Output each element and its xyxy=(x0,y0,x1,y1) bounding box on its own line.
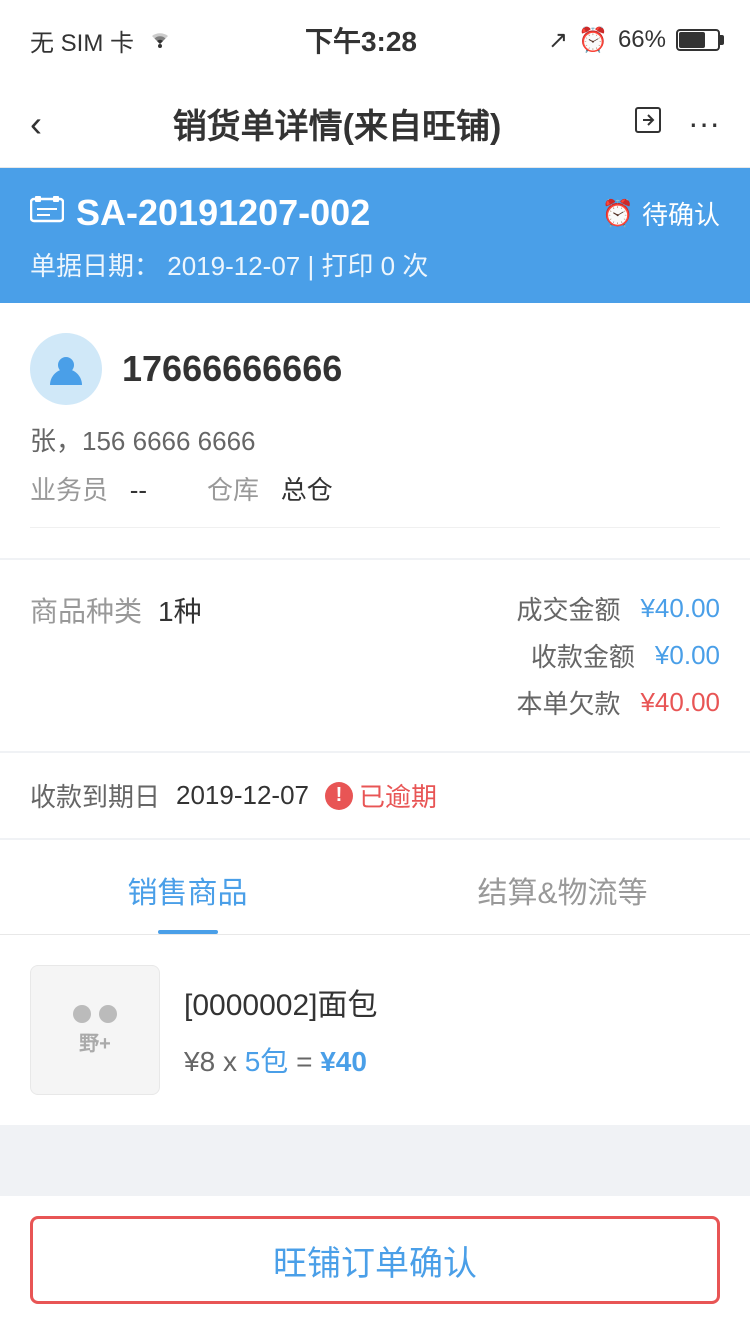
owe-label: 本单欠款 xyxy=(516,684,620,721)
multiply-sign: x xyxy=(223,1046,237,1077)
product-type: 商品种类 1种 xyxy=(30,590,202,630)
tabs-section: 销售商品 结算&物流等 野+ [0000002]面包 ¥8 x 5包 xyxy=(0,840,750,1125)
order-status: ⏰ 待确认 xyxy=(602,195,720,232)
qty-value: 5包 xyxy=(245,1046,289,1077)
confirm-button[interactable]: 旺铺订单确认 xyxy=(30,1216,720,1304)
transaction-label: 成交金额 xyxy=(516,590,620,627)
overdue-text: 已逾期 xyxy=(359,777,437,814)
duedate-label: 收款到期日 xyxy=(30,777,160,814)
received-value: ¥0.00 xyxy=(655,640,720,671)
tab-products[interactable]: 销售商品 xyxy=(0,840,375,934)
summary-section: 商品种类 1种 成交金额 ¥40.00 收款金额 ¥0.00 本单欠款 ¥40.… xyxy=(0,560,750,751)
tab-settlement[interactable]: 结算&物流等 xyxy=(375,840,750,934)
tabs-header: 销售商品 结算&物流等 xyxy=(0,840,750,935)
wifi-icon xyxy=(146,26,174,55)
status-text: 待确认 xyxy=(642,195,720,232)
received-row: 收款金额 ¥0.00 xyxy=(531,637,720,674)
equals-sign: = xyxy=(296,1046,312,1077)
duedate-section: 收款到期日 2019-12-07 ! 已逾期 xyxy=(0,753,750,838)
battery-icon xyxy=(676,29,720,51)
amounts: 成交金额 ¥40.00 收款金额 ¥0.00 本单欠款 ¥40.00 xyxy=(516,590,720,721)
bottom-bar: 旺铺订单确认 xyxy=(0,1196,750,1334)
product-info: [0000002]面包 ¥8 x 5包 = ¥40 xyxy=(184,980,720,1080)
order-date: 单据日期： 2019-12-07 | 打印 0 次 xyxy=(30,246,720,283)
order-id-text: SA-20191207-002 xyxy=(76,192,370,234)
product-row: 野+ [0000002]面包 ¥8 x 5包 = ¥40 xyxy=(30,965,720,1095)
total-value: ¥40 xyxy=(320,1046,367,1077)
owe-value: ¥40.00 xyxy=(640,687,720,718)
time-display: 下午3:28 xyxy=(305,20,417,60)
more-icon[interactable]: ··· xyxy=(688,105,720,142)
warehouse-label: 仓库 xyxy=(207,475,259,505)
nav-actions: ··· xyxy=(632,104,720,144)
avatar xyxy=(30,333,102,405)
sales-label: 业务员 xyxy=(30,475,108,505)
alarm-icon: ⏰ xyxy=(578,26,608,55)
product-section: 野+ [0000002]面包 ¥8 x 5包 = ¥40 xyxy=(0,935,750,1125)
order-id: SA-20191207-002 xyxy=(30,192,370,234)
customer-phone: 17666666666 xyxy=(122,348,342,390)
transaction-value: ¥40.00 xyxy=(640,593,720,624)
status-right: ↗ ⏰ 66% xyxy=(548,26,720,55)
nav-bar: ‹ 销货单详情(来自旺铺) ··· xyxy=(0,80,750,168)
product-price: ¥8 x 5包 = ¥40 xyxy=(184,1040,720,1080)
product-image: 野+ xyxy=(30,965,160,1095)
product-type-label: 商品种类 xyxy=(30,590,142,630)
overdue-badge: ! 已逾期 xyxy=(325,777,437,814)
received-label: 收款金额 xyxy=(531,637,635,674)
transaction-row: 成交金额 ¥40.00 xyxy=(516,590,720,627)
back-button[interactable]: ‹ xyxy=(30,103,42,145)
carrier-text: 无 SIM 卡 xyxy=(30,23,134,58)
date-value: 2019-12-07 xyxy=(167,251,300,281)
order-icon xyxy=(30,192,64,234)
date-label: 单据日期： xyxy=(30,251,160,281)
overdue-icon: ! xyxy=(325,782,353,810)
warehouse-value: 总仓 xyxy=(281,475,333,505)
print-info: | 打印 0 次 xyxy=(307,251,428,281)
product-type-value: 1种 xyxy=(158,590,202,630)
location-icon: ↗ xyxy=(548,26,568,55)
status-clock-icon: ⏰ xyxy=(602,198,634,229)
customer-name: 张，156 6666 6666 xyxy=(30,421,720,458)
customer-meta: 业务员 -- 仓库 总仓 xyxy=(30,470,720,507)
status-bar: 无 SIM 卡 下午3:28 ↗ ⏰ 66% xyxy=(0,0,750,80)
share-icon[interactable] xyxy=(632,104,664,144)
status-left: 无 SIM 卡 xyxy=(30,23,174,58)
price-value: ¥8 xyxy=(184,1046,215,1077)
battery-percent: 66% xyxy=(618,26,666,54)
sales-value: -- xyxy=(130,475,147,505)
customer-section: 17666666666 张，156 6666 6666 业务员 -- 仓库 总仓 xyxy=(0,303,750,558)
owe-row: 本单欠款 ¥40.00 xyxy=(516,684,720,721)
duedate-value: 2019-12-07 xyxy=(176,780,309,811)
page-title: 销货单详情(来自旺铺) xyxy=(173,99,502,148)
product-name: [0000002]面包 xyxy=(184,980,720,1024)
order-header: SA-20191207-002 ⏰ 待确认 单据日期： 2019-12-07 |… xyxy=(0,168,750,303)
